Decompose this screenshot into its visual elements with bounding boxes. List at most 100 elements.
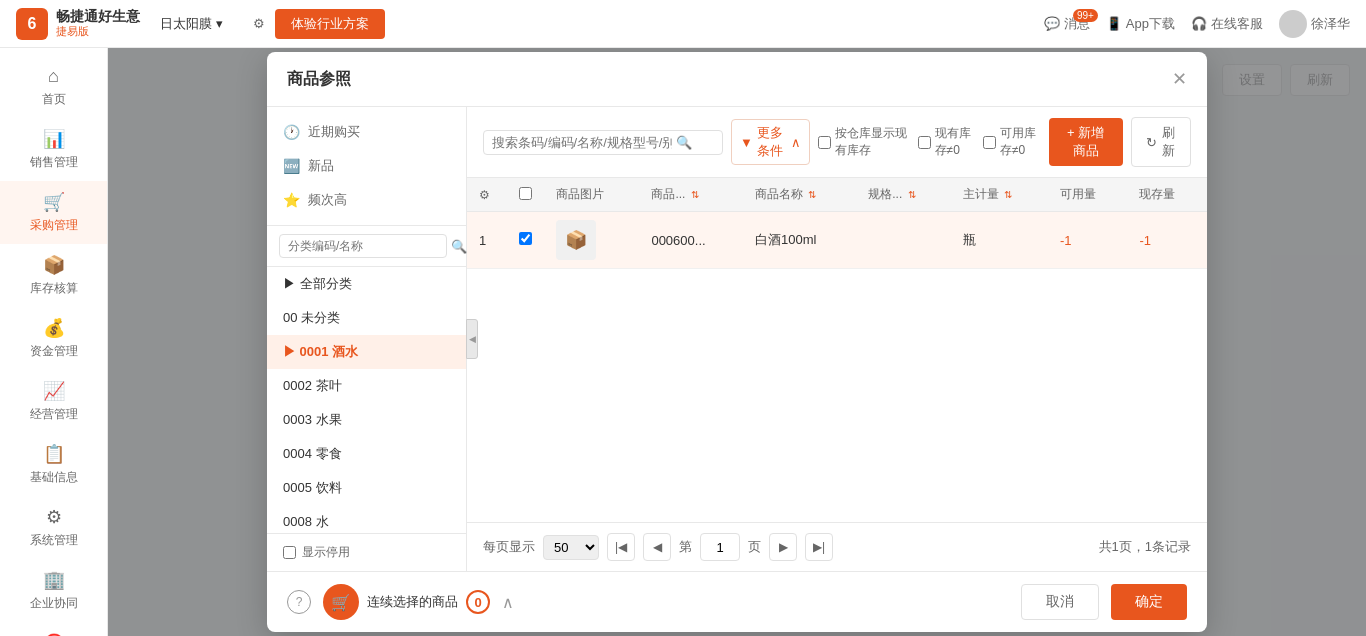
table-row[interactable]: 1 📦 [467, 212, 1207, 269]
cat-item-0002[interactable]: 0002 茶叶 [267, 369, 466, 403]
th-settings[interactable]: ⚙ [467, 178, 507, 212]
row-check[interactable] [507, 212, 544, 269]
settings-icon[interactable]: ⚙ [243, 8, 275, 40]
message-icon: 💬 [1044, 16, 1060, 31]
sidebar-label-purchase: 采购管理 [30, 217, 78, 234]
product-image: 📦 [556, 220, 596, 260]
modal-close-button[interactable]: ✕ [1172, 68, 1187, 90]
continue-count-badge: 0 [466, 590, 490, 614]
last-page-button[interactable]: ▶| [805, 533, 833, 561]
first-page-button[interactable]: |◀ [607, 533, 635, 561]
sidebar-item-sales[interactable]: 📊 销售管理 [0, 118, 107, 181]
th-spec-label: 规格... [868, 187, 902, 201]
sidebar-item-operation[interactable]: 📈 经营管理 [0, 370, 107, 433]
th-unit[interactable]: 主计量 ⇅ [951, 178, 1048, 212]
store-name: 日太阳膜 [160, 15, 212, 33]
th-stock: 现存量 [1127, 178, 1207, 212]
category-search-icon[interactable]: 🔍 [451, 239, 467, 254]
th-name[interactable]: 商品名称 ⇅ [743, 178, 856, 212]
confirm-button[interactable]: 确定 [1111, 584, 1187, 620]
add-product-button[interactable]: + 新增商品 [1049, 118, 1123, 166]
search-icon[interactable]: 🔍 [676, 135, 692, 150]
service-item[interactable]: 🎧 在线客服 [1191, 15, 1263, 33]
warehouse-filter-label[interactable]: 按仓库显示现有库存 [818, 125, 910, 159]
stock-filter-checkbox[interactable] [918, 136, 931, 149]
refresh-button[interactable]: ↻ 刷新 [1131, 117, 1191, 167]
sidebar-item-enterprise[interactable]: 🏢 企业协同 [0, 559, 107, 622]
purchase-icon: 🛒 [43, 191, 65, 213]
row-checkbox[interactable] [519, 232, 532, 245]
message-nav-item[interactable]: 💬 消息 99+ [1044, 15, 1090, 33]
cat-item-0001[interactable]: ▶ 0001 酒水 [267, 335, 466, 369]
table-header-row: ⚙ 商品图片 商品... ⇅ [467, 178, 1207, 212]
sidebar-item-purchase[interactable]: 🛒 采购管理 [0, 181, 107, 244]
help-icon[interactable]: ? [287, 590, 311, 614]
page-label: 第 [679, 538, 692, 556]
next-page-button[interactable]: ▶ [769, 533, 797, 561]
quick-item-recent[interactable]: 🕐 近期购买 [267, 115, 466, 149]
stock-filter-label[interactable]: 现有库存≠0 [918, 125, 975, 159]
select-all-checkbox[interactable] [519, 187, 532, 200]
app-download-item[interactable]: 📱 App下载 [1106, 15, 1175, 33]
warehouse-filter-checkbox[interactable] [818, 136, 831, 149]
sort-spec-icon: ⇅ [908, 189, 916, 200]
table-head: ⚙ 商品图片 商品... ⇅ [467, 178, 1207, 212]
product-panel: 🔍 ▼ 更多条件 ∧ 按仓库显示现有库存 [467, 107, 1207, 571]
cancel-button[interactable]: 取消 [1021, 584, 1099, 620]
quick-label-new: 新品 [308, 157, 334, 175]
sidebar-item-system[interactable]: ⚙ 系统管理 [0, 496, 107, 559]
guide-icon: 🎯 [43, 632, 65, 636]
modal-footer: ? 🛒 连续选择的商品 0 ∧ 取消 确定 [267, 571, 1207, 632]
enterprise-icon: 🏢 [43, 569, 65, 591]
cat-item-0003[interactable]: 0003 水果 [267, 403, 466, 437]
sidebar-item-home[interactable]: ⌂ 首页 [0, 56, 107, 118]
th-code-label: 商品... [651, 187, 685, 201]
store-selector[interactable]: 日太阳膜 ▾ [160, 15, 223, 33]
sidebar-item-inventory[interactable]: 📦 库存核算 [0, 244, 107, 307]
filter-button[interactable]: ▼ 更多条件 ∧ [731, 119, 810, 165]
user-item[interactable]: 徐泽华 [1279, 10, 1350, 38]
cat-item-all[interactable]: ▶ 全部分类 [267, 267, 466, 301]
category-search-input[interactable] [279, 234, 447, 258]
available-filter-checkbox[interactable] [983, 136, 996, 149]
category-collapse-button[interactable]: ◀ [466, 319, 478, 359]
available-filter-label[interactable]: 可用库存≠0 [983, 125, 1040, 159]
page-size-select[interactable]: 50 10 20 100 [543, 535, 599, 560]
quick-access: 🕐 近期购买 🆕 新品 ⭐ 频次高 [267, 107, 466, 226]
display-disabled-checkbox[interactable] [283, 546, 296, 559]
cart-icon[interactable]: 🛒 [323, 584, 359, 620]
avatar [1279, 10, 1307, 38]
product-search-input[interactable] [492, 135, 672, 150]
modal-header: 商品参照 ✕ [267, 52, 1207, 107]
quick-label-recent: 近期购买 [308, 123, 360, 141]
finance-icon: 💰 [43, 317, 65, 339]
th-code[interactable]: 商品... ⇅ [639, 178, 743, 212]
sidebar-item-basic[interactable]: 📋 基础信息 [0, 433, 107, 496]
modal-overlay: 商品参照 ✕ 🕐 近期购买 🆕 [108, 48, 1366, 636]
available-filter-text: 可用库存≠0 [1000, 125, 1040, 159]
sort-name-icon: ⇅ [808, 189, 816, 200]
collapse-footer-icon[interactable]: ∧ [502, 593, 514, 612]
page-number-input[interactable] [700, 533, 740, 561]
sales-icon: 📊 [43, 128, 65, 150]
quick-label-frequent: 频次高 [308, 191, 347, 209]
sidebar-item-guide[interactable]: 🎯 新手引导 [0, 622, 107, 636]
cat-item-0005[interactable]: 0005 饮料 [267, 471, 466, 505]
quick-item-frequent[interactable]: ⭐ 频次高 [267, 183, 466, 217]
trial-button[interactable]: 体验行业方案 [275, 9, 385, 39]
quick-item-new[interactable]: 🆕 新品 [267, 149, 466, 183]
recent-icon: 🕐 [283, 124, 300, 140]
system-icon: ⚙ [46, 506, 62, 528]
prev-page-button[interactable]: ◀ [643, 533, 671, 561]
refresh-icon: ↻ [1146, 135, 1157, 150]
main-content: 查询 设置 刷新 商品参照 ✕ 🕐 [108, 48, 1366, 636]
category-search: 🔍 [267, 226, 466, 267]
th-check [507, 178, 544, 212]
sidebar-item-finance[interactable]: 💰 资金管理 [0, 307, 107, 370]
cat-item-00[interactable]: 00 未分类 [267, 301, 466, 335]
image-placeholder-icon: 📦 [565, 229, 587, 251]
th-spec[interactable]: 规格... ⇅ [856, 178, 951, 212]
cat-item-0004[interactable]: 0004 零食 [267, 437, 466, 471]
cat-item-0008[interactable]: 0008 水 [267, 505, 466, 533]
cat-label-0005: 0005 饮料 [283, 479, 342, 497]
